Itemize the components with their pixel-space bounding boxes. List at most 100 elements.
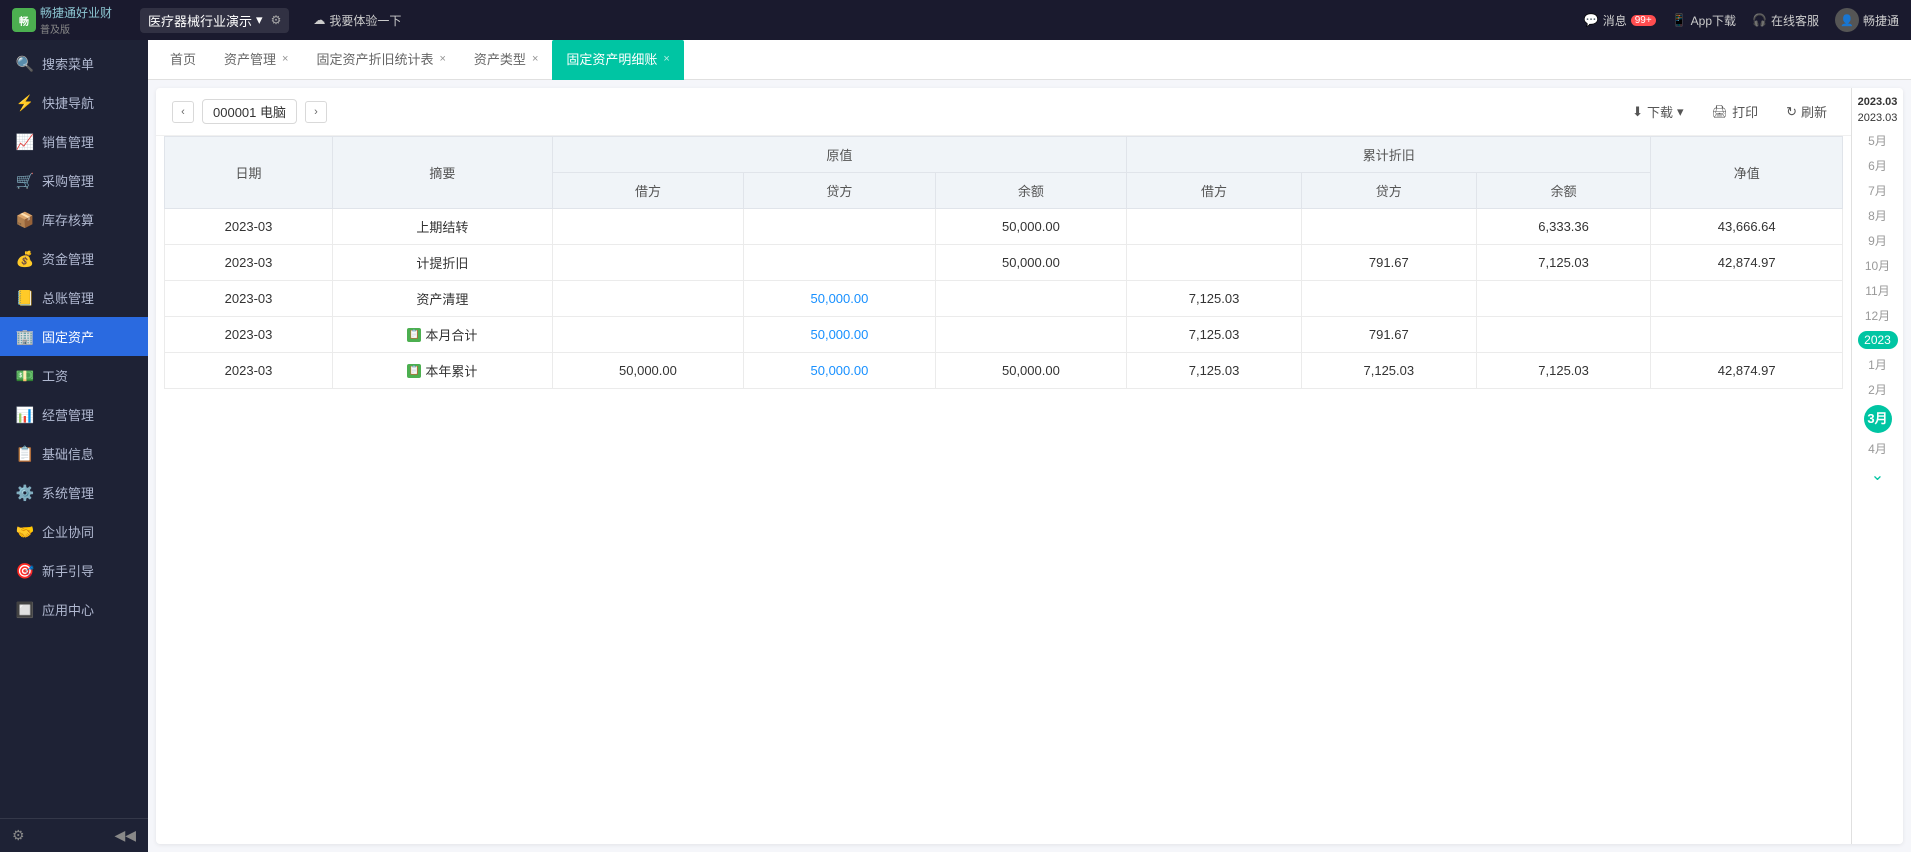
messages-action[interactable]: 💬 消息 99+ xyxy=(1584,12,1656,29)
timeline-month-8月[interactable]: 8月 xyxy=(1852,203,1903,228)
main-panel: ‹ 000001 电脑 › ⬇ 下载 ▾ 🖨 打印 xyxy=(156,88,1851,844)
row-accum-balance: 7,125.03 xyxy=(1476,353,1651,389)
timeline-month-10月[interactable]: 10月 xyxy=(1852,253,1903,278)
sidebar-icon-ledger: 📒 xyxy=(16,289,34,307)
row-accum-credit: 791.67 xyxy=(1301,245,1476,281)
sidebar-item-basic-info[interactable]: 📋 基础信息 xyxy=(0,434,148,473)
row-summary-1: 计提折旧 xyxy=(416,256,468,271)
sidebar-item-sales[interactable]: 📈 销售管理 xyxy=(0,122,148,161)
tab-close-asset-type[interactable]: × xyxy=(532,53,538,65)
logo-text: 畅捷通好业财 普及版 xyxy=(40,4,112,36)
download-label: 下载 xyxy=(1647,102,1673,121)
row-orig-balance: 50,000.00 xyxy=(935,353,1126,389)
timeline-month-9月[interactable]: 9月 xyxy=(1852,228,1903,253)
header-left: 畅 畅捷通好业财 普及版 医疗器械行业演示 ▾ ⚙ ☁ 我要体验一下 xyxy=(12,4,401,36)
sidebar-item-system[interactable]: ⚙️ 系统管理 xyxy=(0,473,148,512)
row-date: 2023-03 xyxy=(165,353,333,389)
row-accum-debit xyxy=(1127,209,1302,245)
tab-asset-detail[interactable]: 固定资产明细账× xyxy=(552,40,683,80)
sidebar-icon-funds: 💰 xyxy=(16,250,34,268)
sidebar-icon-sales: 📈 xyxy=(16,133,34,151)
row-summary-cell: 上期结转 xyxy=(333,209,553,245)
sidebar-item-fixed-assets[interactable]: 🏢 固定资产 xyxy=(0,317,148,356)
row-date: 2023-03 xyxy=(165,317,333,353)
row-accum-debit xyxy=(1127,245,1302,281)
row-accum-debit: 7,125.03 xyxy=(1127,317,1302,353)
col-orig-credit: 贷方 xyxy=(744,173,935,209)
sidebar-label-funds: 资金管理 xyxy=(42,249,94,268)
tab-label-home: 首页 xyxy=(170,49,196,68)
sidebar-item-app-center[interactable]: 🔲 应用中心 xyxy=(0,590,148,629)
table-row: 2023-03 📋本月合计 50,000.00 7,125.03 791.67 xyxy=(165,317,1843,353)
sidebar-label-app-center: 应用中心 xyxy=(42,600,94,619)
sidebar-label-basic-info: 基础信息 xyxy=(42,444,94,463)
tab-depreciation-stat[interactable]: 固定资产折旧统计表× xyxy=(302,40,459,80)
tab-close-depreciation-stat[interactable]: × xyxy=(439,53,445,65)
row-summary-0: 上期结转 xyxy=(416,220,468,235)
timeline-month-7月[interactable]: 7月 xyxy=(1852,178,1903,203)
row-accum-balance: 7,125.03 xyxy=(1476,245,1651,281)
row-orig-debit xyxy=(552,281,743,317)
user-area[interactable]: 👤 畅捷通 xyxy=(1835,8,1899,32)
collapse-icon[interactable]: ◀◀ xyxy=(114,827,136,844)
next-asset-button[interactable]: › xyxy=(305,101,327,123)
timeline-year-2023[interactable]: 2023 xyxy=(1858,331,1898,349)
avatar: 👤 xyxy=(1835,8,1859,32)
timeline-month-after-4月[interactable]: 4月 xyxy=(1852,436,1903,461)
row-accum-credit: 791.67 xyxy=(1301,317,1476,353)
print-button[interactable]: 🖨 打印 xyxy=(1704,98,1767,125)
sidebar-item-guide[interactable]: 🎯 新手引导 xyxy=(0,551,148,590)
tab-close-asset-detail[interactable]: × xyxy=(663,53,669,65)
settings-footer-icon[interactable]: ⚙ xyxy=(12,827,25,844)
sidebar-item-purchase[interactable]: 🛒 采购管理 xyxy=(0,161,148,200)
col-accum-depreciation: 累计折旧 xyxy=(1127,137,1651,173)
download-button[interactable]: ⬇ 下载 ▾ xyxy=(1624,98,1691,125)
asset-code-badge: 000001 电脑 xyxy=(202,99,297,124)
tab-asset-type[interactable]: 资产类型× xyxy=(460,40,552,80)
timeline-month-after-3月[interactable]: 3月 xyxy=(1864,405,1892,433)
app-download-action[interactable]: 📱 App下载 xyxy=(1672,12,1736,29)
sidebar-item-payroll[interactable]: 💵 工资 xyxy=(0,356,148,395)
sidebar-item-operations[interactable]: 📊 经营管理 xyxy=(0,395,148,434)
tab-asset-mgmt[interactable]: 资产管理× xyxy=(210,40,302,80)
sidebar-label-enterprise: 企业协同 xyxy=(42,522,94,541)
timeline-month-6月[interactable]: 6月 xyxy=(1852,153,1903,178)
row-date: 2023-03 xyxy=(165,245,333,281)
timeline-month-12月[interactable]: 12月 xyxy=(1852,303,1903,328)
row-summary-cell: 📋本年累计 xyxy=(333,353,553,389)
sidebar-item-ledger[interactable]: 📒 总账管理 xyxy=(0,278,148,317)
timeline-month-after-1月[interactable]: 1月 xyxy=(1852,352,1903,377)
sidebar-item-quick-nav[interactable]: ⚡ 快捷导航 xyxy=(0,83,148,122)
row-icon-3: 📋 xyxy=(407,328,421,342)
prev-asset-button[interactable]: ‹ xyxy=(172,101,194,123)
row-summary-cell: 计提折旧 xyxy=(333,245,553,281)
sidebar-label-search: 搜索菜单 xyxy=(42,54,94,73)
sidebar-item-inventory[interactable]: 📦 库存核算 xyxy=(0,200,148,239)
sidebar-label-purchase: 采购管理 xyxy=(42,171,94,190)
timeline-panel: 2023.032023.035月6月7月8月9月10月11月12月20231月2… xyxy=(1851,88,1903,844)
sidebar-item-search[interactable]: 🔍 搜索菜单 xyxy=(0,44,148,83)
row-orig-debit: 50,000.00 xyxy=(552,353,743,389)
header-right: 💬 消息 99+ 📱 App下载 🎧 在线客服 👤 畅捷通 xyxy=(1584,8,1899,32)
main-layout: 🔍 搜索菜单 ⚡ 快捷导航 📈 销售管理 🛒 采购管理 📦 库存核算 💰 资金管… xyxy=(0,40,1911,852)
sidebar-item-funds[interactable]: 💰 资金管理 xyxy=(0,239,148,278)
tab-home[interactable]: 首页 xyxy=(156,40,210,80)
sidebar-item-enterprise[interactable]: 🤝 企业协同 xyxy=(0,512,148,551)
table-row: 2023-03 📋本年累计 50,000.00 50,000.00 50,000… xyxy=(165,353,1843,389)
timeline-month-after-2月[interactable]: 2月 xyxy=(1852,377,1903,402)
tab-close-asset-mgmt[interactable]: × xyxy=(282,53,288,65)
page-content: ‹ 000001 电脑 › ⬇ 下载 ▾ 🖨 打印 xyxy=(156,88,1903,844)
timeline-month-11月[interactable]: 11月 xyxy=(1852,278,1903,303)
table-row: 2023-03 上期结转 50,000.00 6,333.36 43,666.6… xyxy=(165,209,1843,245)
sidebar-icon-search: 🔍 xyxy=(16,55,34,73)
download-icon: ⬇ xyxy=(1632,104,1643,120)
timeline-month-5月[interactable]: 5月 xyxy=(1852,128,1903,153)
company-selector[interactable]: 医疗器械行业演示 ▾ ⚙ xyxy=(140,8,289,33)
timeline-down-arrow[interactable]: ⌄ xyxy=(1871,465,1884,485)
refresh-button[interactable]: ↻ 刷新 xyxy=(1778,98,1835,125)
refresh-icon: ↻ xyxy=(1786,104,1797,120)
tab-bar: 首页资产管理×固定资产折旧统计表×资产类型×固定资产明细账× xyxy=(148,40,1911,80)
settings-icon[interactable]: ⚙ xyxy=(271,13,282,27)
customer-service-action[interactable]: 🎧 在线客服 xyxy=(1752,12,1819,29)
experience-button[interactable]: ☁ 我要体验一下 xyxy=(313,12,401,29)
